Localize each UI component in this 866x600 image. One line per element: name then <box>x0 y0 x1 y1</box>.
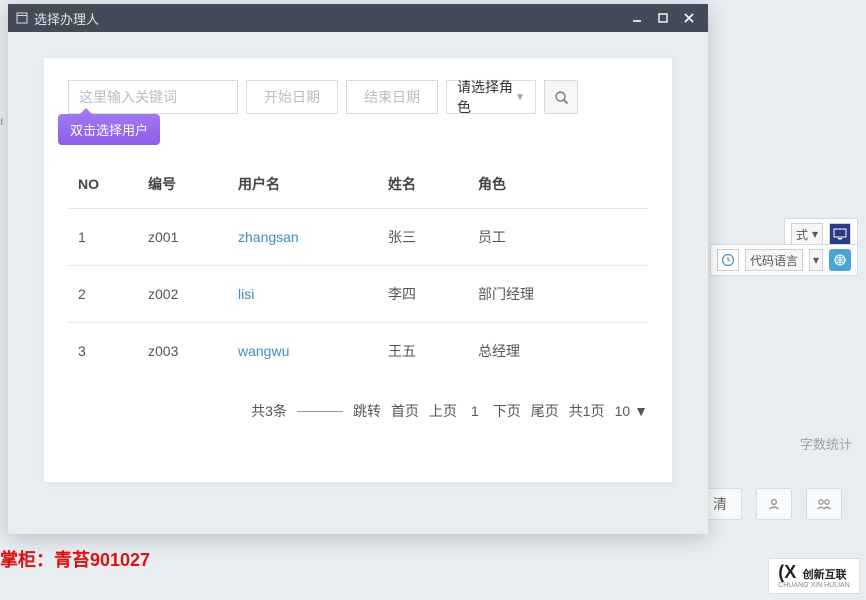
cell-no: 1 <box>68 209 138 266</box>
cell-no: 2 <box>68 266 138 323</box>
brand-logo-text: (X <box>778 562 796 582</box>
cell-username[interactable]: lisi <box>228 266 378 323</box>
col-role: 角色 <box>468 160 648 209</box>
watermark-text: 掌柜：青苔901027 <box>0 546 150 572</box>
brand-name: 创新互联 <box>803 569 847 581</box>
brand-subtitle: CHUANG XIN HULIAN <box>778 582 850 589</box>
cell-name: 王五 <box>378 323 468 380</box>
dialog-title: 选择办理人 <box>34 9 99 28</box>
pager-jump-input[interactable] <box>297 411 343 412</box>
cell-no: 3 <box>68 323 138 380</box>
code-language-label: 代码语言 <box>750 252 798 269</box>
search-icon <box>554 90 569 105</box>
filter-bar: 请选择角色 ▼ <box>68 80 648 114</box>
role-select[interactable]: 请选择角色 ▼ <box>446 80 536 114</box>
maximize-button[interactable] <box>652 7 674 29</box>
mode-label: 式 <box>796 226 808 243</box>
chevron-down-icon: ▾ <box>812 227 818 241</box>
background-action-buttons: 清 <box>698 488 842 520</box>
start-date-input[interactable] <box>246 80 338 114</box>
user-table: NO 编号 用户名 姓名 角色 1 z001 zhangsan 张三 员工 2 <box>68 160 648 379</box>
cell-role: 总经理 <box>468 323 648 380</box>
cell-role: 员工 <box>468 209 648 266</box>
select-handler-dialog: 选择办理人 请选择角色 ▼ 双击 <box>8 4 708 534</box>
dialog-body: 请选择角色 ▼ 双击选择用户 NO 编号 用户名 姓名 <box>44 58 672 482</box>
cell-code: z001 <box>138 209 228 266</box>
pager-page-size-select[interactable]: 10 ▼ <box>615 403 648 419</box>
cell-username[interactable]: wangwu <box>228 323 378 380</box>
cell-name: 李四 <box>378 266 468 323</box>
pager-page-size: 10 <box>615 403 631 419</box>
col-code: 编号 <box>138 160 228 209</box>
search-button[interactable] <box>544 80 578 114</box>
word-count-label[interactable]: 字数统计 <box>800 434 852 453</box>
role-select-label: 请选择角色 <box>457 77 515 117</box>
time-icon[interactable] <box>717 249 739 271</box>
background-left-fragment: ı <box>0 114 3 128</box>
chevron-down-icon: ▼ <box>634 403 648 419</box>
globe-icon[interactable] <box>829 249 851 271</box>
pager-next[interactable]: 下页 <box>493 401 521 421</box>
close-button[interactable] <box>678 7 700 29</box>
col-name: 姓名 <box>378 160 468 209</box>
pager-page-total: 共1页 <box>569 401 605 421</box>
code-language-dropdown-arrow[interactable]: ▾ <box>809 249 823 271</box>
cell-code: z002 <box>138 266 228 323</box>
cell-code: z003 <box>138 323 228 380</box>
pager-first[interactable]: 首页 <box>391 401 419 421</box>
brand-logo: (X 创新互联 CHUANG XIN HULIAN <box>768 558 860 594</box>
pager-jump-label[interactable]: 跳转 <box>353 401 381 421</box>
table-row[interactable]: 2 z002 lisi 李四 部门经理 <box>68 266 648 323</box>
cell-name: 张三 <box>378 209 468 266</box>
dialog-titlebar[interactable]: 选择办理人 <box>8 4 708 32</box>
pager-last[interactable]: 尾页 <box>531 401 559 421</box>
pager-total: 共3条 <box>251 401 287 421</box>
pager-current: 1 <box>467 403 483 419</box>
cell-username[interactable]: zhangsan <box>228 209 378 266</box>
code-language-selector[interactable]: 代码语言 <box>745 249 803 271</box>
chevron-down-icon: ▼ <box>515 92 525 103</box>
monitor-icon[interactable] <box>829 223 851 245</box>
pager-prev[interactable]: 上页 <box>429 401 457 421</box>
background-toolbar-2: 代码语言 ▾ <box>710 244 858 276</box>
end-date-input[interactable] <box>346 80 438 114</box>
table-row[interactable]: 1 z001 zhangsan 张三 员工 <box>68 209 648 266</box>
person-icon-button[interactable] <box>756 488 792 520</box>
hint-tooltip: 双击选择用户 <box>58 114 160 145</box>
cell-role: 部门经理 <box>468 266 648 323</box>
people-icon-button[interactable] <box>806 488 842 520</box>
table-row[interactable]: 3 z003 wangwu 王五 总经理 <box>68 323 648 380</box>
col-no: NO <box>68 160 138 209</box>
col-username: 用户名 <box>228 160 378 209</box>
minimize-button[interactable] <box>626 7 648 29</box>
mode-selector[interactable]: 式 ▾ <box>791 223 823 245</box>
keyword-input[interactable] <box>68 80 238 114</box>
window-icon <box>16 12 28 24</box>
pagination: 共3条 跳转 首页 上页 1 下页 尾页 共1页 10 ▼ <box>68 401 648 421</box>
table-header-row: NO 编号 用户名 姓名 角色 <box>68 160 648 209</box>
